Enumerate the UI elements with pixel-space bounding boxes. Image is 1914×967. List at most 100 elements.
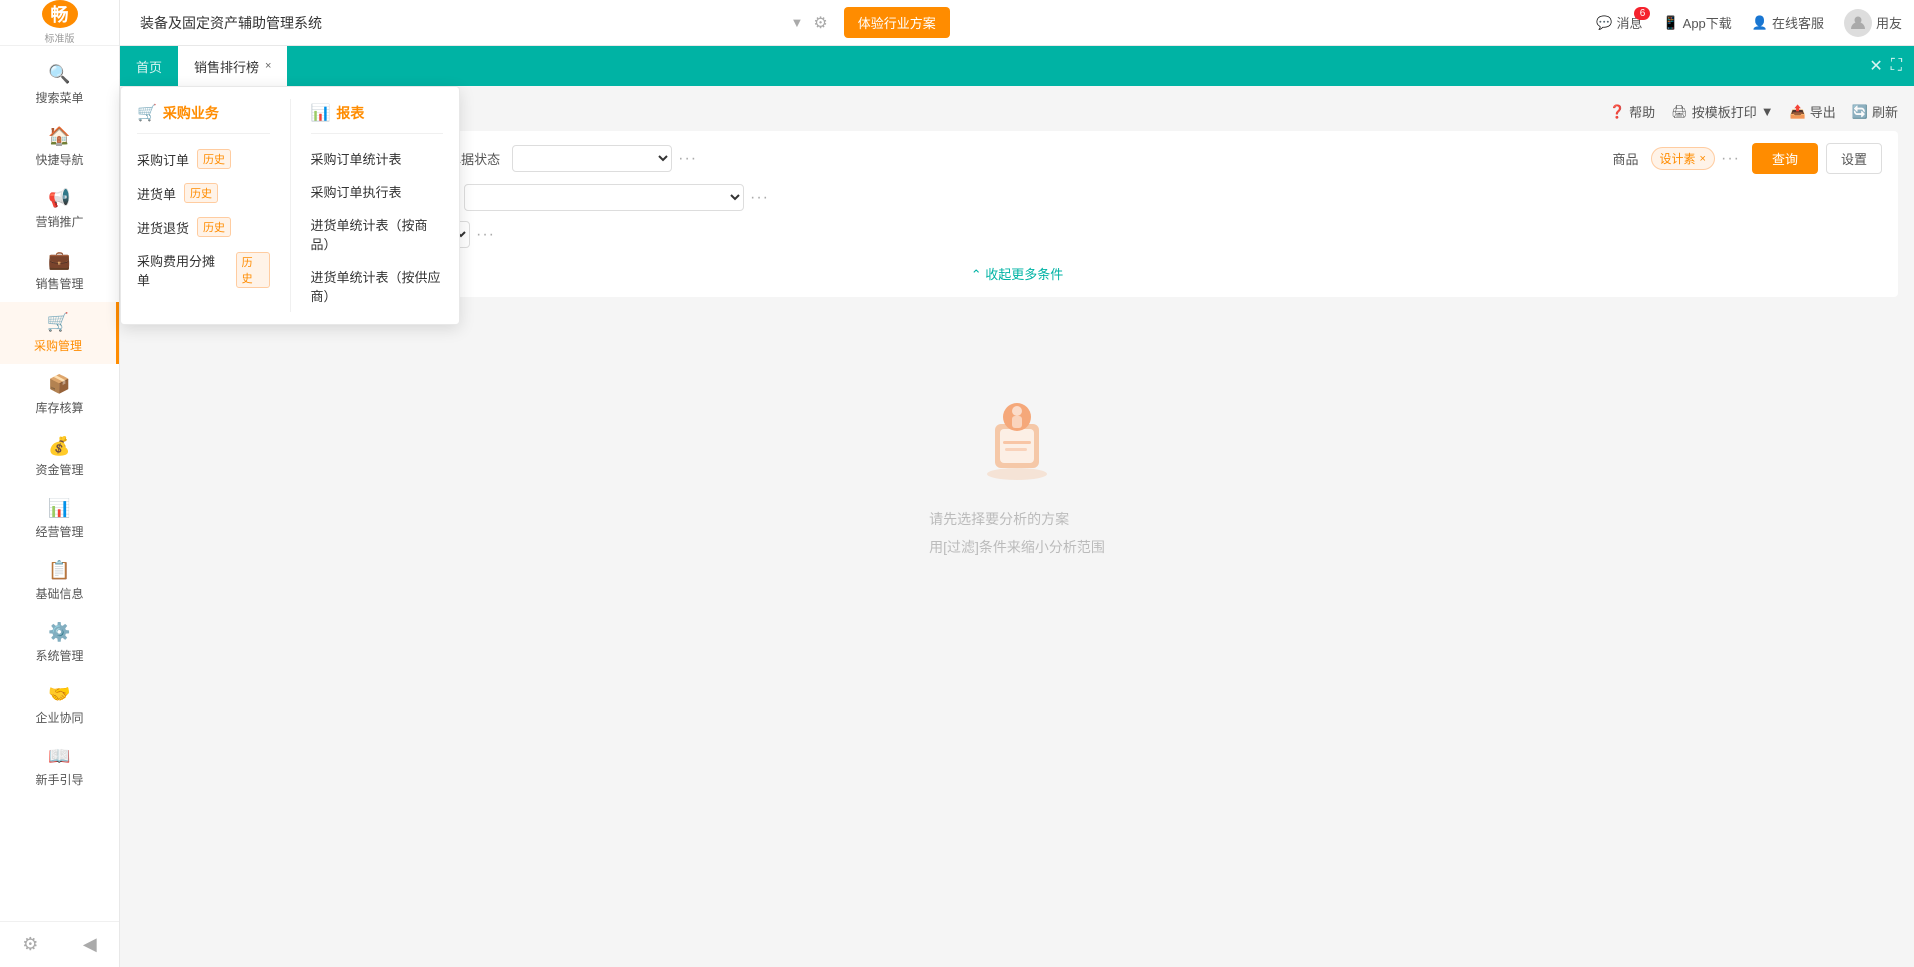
- tab-bar-actions: ✕ ⛶: [1869, 56, 1914, 76]
- collapse-label: 收起更多条件: [985, 267, 1063, 282]
- dropdown-item-purchase-order[interactable]: 采购订单 历史: [137, 142, 270, 176]
- home-icon: 🏠: [48, 126, 70, 147]
- app-download-label: App下载: [1683, 13, 1732, 32]
- system-title-dropdown-icon[interactable]: ▼: [791, 15, 804, 30]
- online-service-btn[interactable]: 👤 在线客服: [1752, 13, 1824, 32]
- dropdown-item-receipt[interactable]: 进货单 历史: [137, 176, 270, 210]
- setting-button[interactable]: 设置: [1826, 143, 1882, 174]
- receipt-hist[interactable]: 历史: [184, 183, 218, 203]
- status-ellipsis[interactable]: ···: [678, 150, 697, 168]
- query-button[interactable]: 查询: [1752, 143, 1818, 174]
- purchase-col-title-text: 采购业务: [163, 103, 219, 123]
- phone-icon: 📱: [1662, 15, 1678, 31]
- tab-close-window-icon[interactable]: ✕: [1869, 56, 1882, 76]
- tab-home[interactable]: 首页: [120, 46, 178, 86]
- purchase-icon: 🛒: [47, 312, 69, 333]
- user-area[interactable]: 用友: [1844, 9, 1902, 37]
- purchase-col-title: 🛒 采购业务: [137, 99, 270, 134]
- dropdown-vertical-divider: [290, 99, 291, 312]
- purchase-order-hist[interactable]: 历史: [197, 149, 231, 169]
- salesman-ellipsis[interactable]: ···: [750, 189, 769, 207]
- basicinfo-icon: 📋: [48, 560, 70, 581]
- purchase-order-label: 采购订单: [137, 150, 189, 169]
- print-icon: 🖨: [1671, 104, 1688, 120]
- sidebar-item-basicinfo[interactable]: 📋 基础信息: [0, 550, 119, 612]
- dropdown-item-purchase-stats[interactable]: 采购订单统计表: [311, 142, 444, 175]
- refresh-link[interactable]: 🔄 刷新: [1852, 102, 1898, 121]
- sidebar-item-system[interactable]: ⚙️ 系统管理: [0, 612, 119, 674]
- tab-sales-rank-label: 销售排行榜: [194, 57, 259, 76]
- settings-bottom-icon[interactable]: ⚙: [22, 934, 38, 955]
- sidebar-item-purchase[interactable]: 🛒 采购管理: [0, 302, 119, 364]
- sales-icon: 💼: [48, 250, 70, 271]
- dropdown-item-purchase-exec[interactable]: 采购订单执行表: [311, 175, 444, 208]
- dropdown-item-receipt-by-goods[interactable]: 进货单统计表（按商品）: [311, 208, 444, 260]
- sidebar-label-guide: 新手引导: [35, 771, 83, 788]
- finance-icon: 💰: [48, 436, 70, 457]
- print-template-link[interactable]: 🖨 按模板打印 ▼: [1671, 102, 1773, 121]
- sidebar-nav: 🔍 搜索菜单 🏠 快捷导航 📢 营销推广 💼 销售管理 🛒 采购管理 📦 库存核…: [0, 46, 119, 921]
- export-label: 导出: [1810, 102, 1836, 121]
- expense-hist[interactable]: 历史: [236, 252, 270, 288]
- sidebar-label-operations: 经营管理: [35, 523, 83, 540]
- tab-bar: 首页 销售排行榜 × ✕ ⛶: [120, 46, 1914, 86]
- guide-icon: 📖: [48, 746, 70, 767]
- help-label: 帮助: [1629, 102, 1655, 121]
- sidebar-item-marketing[interactable]: 📢 营销推广: [0, 178, 119, 240]
- message-btn[interactable]: 💬 消息 6: [1596, 13, 1642, 32]
- sidebar-item-operations[interactable]: 📊 经营管理: [0, 488, 119, 550]
- sidebar-item-inventory[interactable]: 📦 库存核算: [0, 364, 119, 426]
- sidebar-item-search[interactable]: 🔍 搜索菜单: [0, 54, 119, 116]
- sidebar-label-sales: 销售管理: [35, 275, 83, 292]
- service-icon: 👤: [1752, 15, 1768, 31]
- sidebar-item-collab[interactable]: 🤝 企业协同: [0, 674, 119, 736]
- logo-subtitle: 标准版: [45, 30, 75, 45]
- goods-ellipsis[interactable]: ···: [1721, 150, 1740, 168]
- top-bar: 装备及固定资产辅助管理系统 ▼ ⚙ 体验行业方案 💬 消息 6 📱 App下载 …: [0, 0, 1914, 46]
- sidebar-item-finance[interactable]: 💰 资金管理: [0, 426, 119, 488]
- dropdown-item-expense[interactable]: 采购费用分摊单 历史: [137, 244, 270, 296]
- tab-close-icon[interactable]: ×: [265, 60, 271, 72]
- sidebar-item-quicknav[interactable]: 🏠 快捷导航: [0, 116, 119, 178]
- help-link[interactable]: ❓ 帮助: [1609, 102, 1655, 121]
- help-icon: ❓: [1609, 104, 1625, 120]
- report-col-title: 📊 报表: [311, 99, 444, 134]
- goods-tag-close[interactable]: ×: [1700, 153, 1706, 165]
- customer-ellipsis[interactable]: ···: [476, 226, 495, 244]
- sidebar-item-sales[interactable]: 💼 销售管理: [0, 240, 119, 302]
- app-download-btn[interactable]: 📱 App下载: [1662, 13, 1731, 32]
- sidebar-label-purchase: 采购管理: [34, 337, 82, 354]
- status-select[interactable]: [512, 145, 672, 172]
- tab-expand-icon[interactable]: ⛶: [1891, 57, 1902, 75]
- sidebar-label-basicinfo: 基础信息: [35, 585, 83, 602]
- dropdown-item-receipt-by-supplier[interactable]: 进货单统计表（按供应商）: [311, 260, 444, 312]
- dropdown-item-return[interactable]: 进货退货 历史: [137, 210, 270, 244]
- sidebar-label-finance: 资金管理: [35, 461, 83, 478]
- query-btn-group: 查询 设置: [1752, 143, 1882, 174]
- dropdown-col-purchase: 🛒 采购业务 采购订单 历史 进货单 历史 进货退货 历史 采购费用分摊单 历史: [121, 99, 286, 312]
- export-link[interactable]: 📤 导出: [1790, 102, 1836, 121]
- goods-filter-group: 设计素 × ···: [1651, 147, 1740, 170]
- goods-label: 商品: [1613, 149, 1639, 168]
- status-select-group: ···: [512, 145, 1600, 172]
- logo-area: 畅 标准版: [0, 0, 119, 46]
- return-hist[interactable]: 历史: [197, 217, 231, 237]
- online-service-label: 在线客服: [1772, 13, 1824, 32]
- system-title: 装备及固定资产辅助管理系统: [140, 13, 787, 33]
- sidebar-bottom: ⚙ ◀: [0, 921, 119, 967]
- sidebar-label-quicknav: 快捷导航: [35, 151, 83, 168]
- expense-label: 采购费用分摊单: [137, 251, 228, 289]
- sidebar-label-system: 系统管理: [35, 647, 83, 664]
- collapse-sidebar-icon[interactable]: ◀: [83, 934, 97, 955]
- logo-icon: 畅: [42, 0, 78, 28]
- settings-gear-icon[interactable]: ⚙: [813, 13, 827, 33]
- purchase-dropdown-menu: 🛒 采购业务 采购订单 历史 进货单 历史 进货退货 历史 采购费用分摊单 历史: [120, 86, 460, 325]
- inventory-icon: 📦: [48, 374, 70, 395]
- operations-icon: 📊: [48, 498, 70, 519]
- trial-btn[interactable]: 体验行业方案: [844, 7, 950, 38]
- empty-text: 请先选择要分析的方案 用[过滤]条件来缩小分析范围: [929, 505, 1105, 561]
- tab-sales-rank[interactable]: 销售排行榜 ×: [178, 46, 287, 86]
- sidebar-item-guide[interactable]: 📖 新手引导: [0, 736, 119, 798]
- salesman-select[interactable]: [464, 184, 744, 211]
- message-icon: 💬: [1596, 15, 1612, 31]
